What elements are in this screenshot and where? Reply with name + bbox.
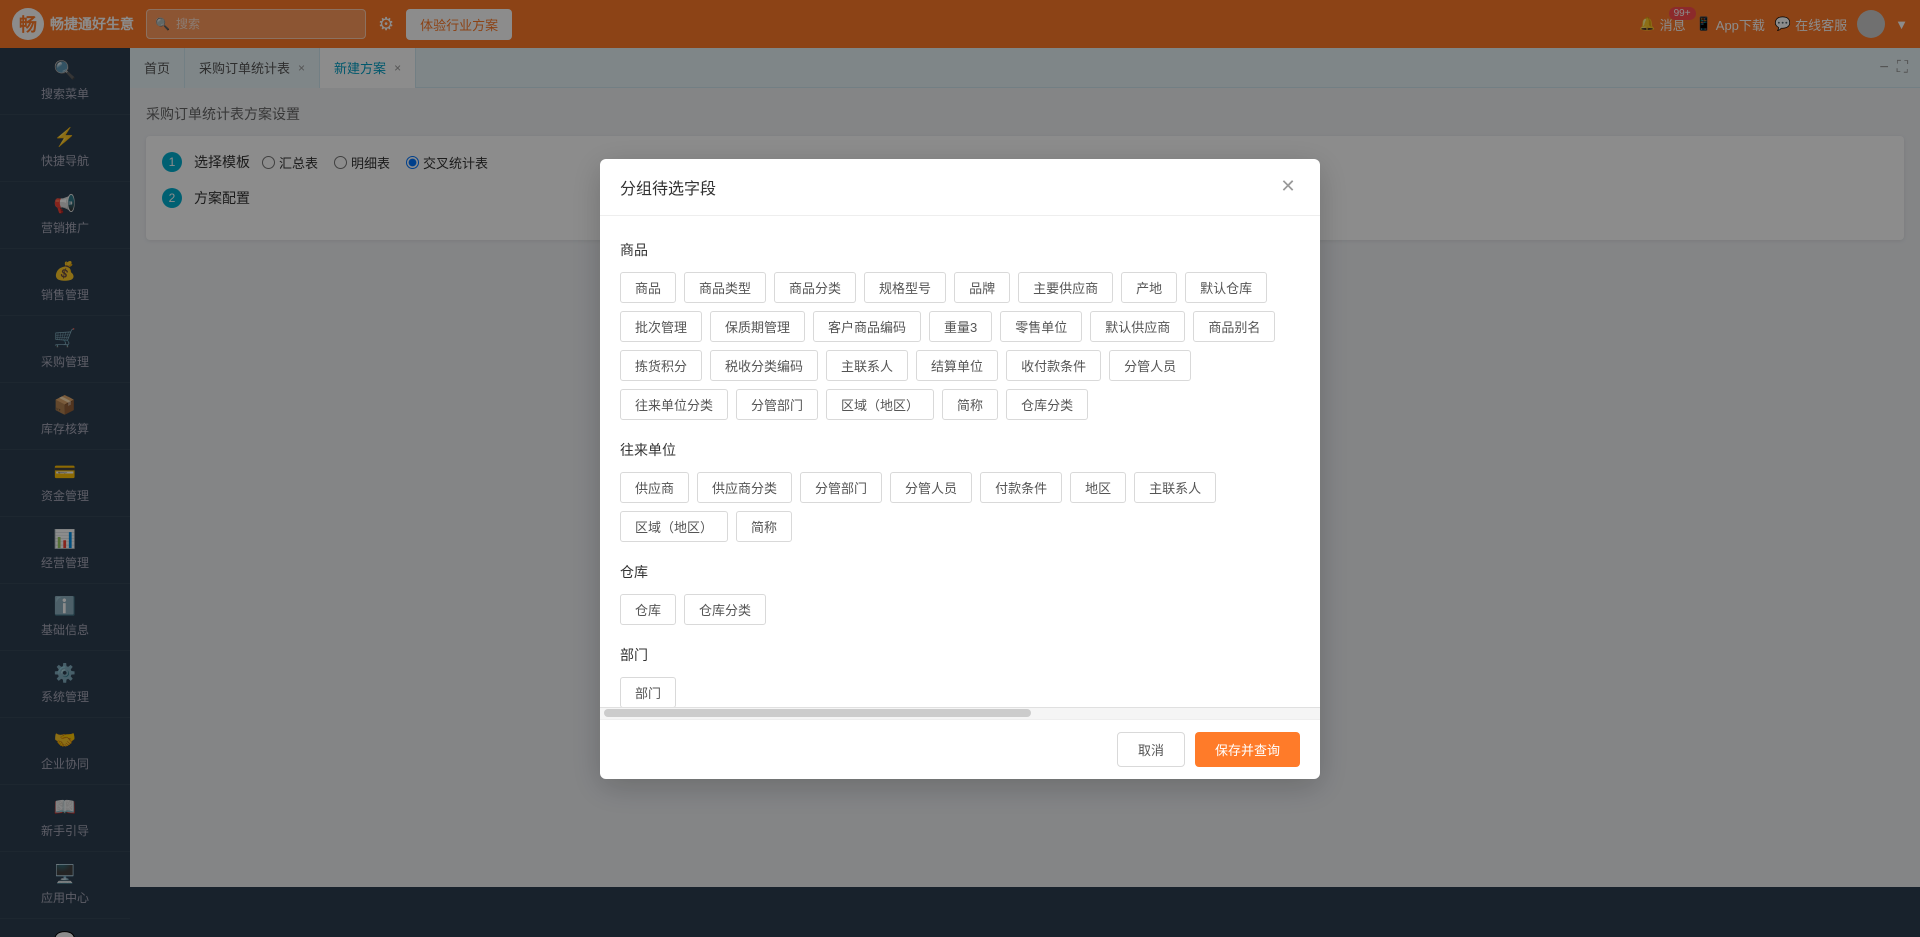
field-grid-goods: 商品 商品类型 商品分类 规格型号 品牌 主要供应商 产地 默认仓库 批次管理 … [620, 272, 1300, 420]
field-tag-default-warehouse[interactable]: 默认仓库 [1185, 272, 1267, 303]
field-grid-dept: 部门 [620, 677, 1300, 707]
field-tag-brand[interactable]: 品牌 [954, 272, 1010, 303]
field-tag-main-supplier[interactable]: 主要供应商 [1018, 272, 1113, 303]
field-tag-weight[interactable]: 重量3 [929, 311, 992, 342]
field-tag-short-name[interactable]: 简称 [942, 389, 998, 420]
section-title-dept: 部门 [620, 645, 1300, 665]
field-tag-admin2[interactable]: 分管人员 [890, 472, 972, 503]
modal-footer: 取消 保存并查询 [600, 719, 1320, 779]
field-tag-dept[interactable]: 分管部门 [736, 389, 818, 420]
modal-overlay: 分组待选字段 ✕ 商品 商品 商品类型 商品分类 规格型号 品牌 主要供应商 产… [0, 0, 1920, 937]
field-tag-main-contact2[interactable]: 主联系人 [1134, 472, 1216, 503]
field-selection-modal: 分组待选字段 ✕ 商品 商品 商品类型 商品分类 规格型号 品牌 主要供应商 产… [600, 159, 1320, 779]
field-tag-goods[interactable]: 商品 [620, 272, 676, 303]
field-tag-customer-code[interactable]: 客户商品编码 [813, 311, 921, 342]
field-tag-payment-condition[interactable]: 付款条件 [980, 472, 1062, 503]
field-tag-origin[interactable]: 产地 [1121, 272, 1177, 303]
field-tag-alias[interactable]: 商品别名 [1193, 311, 1275, 342]
field-tag-warehouse-cat[interactable]: 仓库分类 [684, 594, 766, 625]
field-tag-area[interactable]: 地区 [1070, 472, 1126, 503]
field-tag-supplier[interactable]: 供应商 [620, 472, 689, 503]
field-grid-counterpart: 供应商 供应商分类 分管部门 分管人员 付款条件 地区 主联系人 区域（地区） … [620, 472, 1300, 542]
field-tag-region2[interactable]: 区域（地区） [620, 511, 728, 542]
modal-header: 分组待选字段 ✕ [600, 159, 1320, 216]
field-tag-department[interactable]: 部门 [620, 677, 676, 707]
field-tag-counterpart-category[interactable]: 往来单位分类 [620, 389, 728, 420]
section-title-goods: 商品 [620, 240, 1300, 260]
field-tag-pick-score[interactable]: 拣货积分 [620, 350, 702, 381]
field-tag-goods-category[interactable]: 商品分类 [774, 272, 856, 303]
field-tag-default-supplier[interactable]: 默认供应商 [1090, 311, 1185, 342]
field-tag-short-name2[interactable]: 简称 [736, 511, 792, 542]
field-tag-supplier-category[interactable]: 供应商分类 [697, 472, 792, 503]
field-tag-spec[interactable]: 规格型号 [864, 272, 946, 303]
cancel-button[interactable]: 取消 [1117, 732, 1185, 767]
field-tag-warehouse[interactable]: 仓库 [620, 594, 676, 625]
section-title-warehouse: 仓库 [620, 562, 1300, 582]
field-tag-shelf-life[interactable]: 保质期管理 [710, 311, 805, 342]
field-tag-payment-terms[interactable]: 收付款条件 [1006, 350, 1101, 381]
field-tag-settlement-unit[interactable]: 结算单位 [916, 350, 998, 381]
field-tag-warehouse-category[interactable]: 仓库分类 [1006, 389, 1088, 420]
field-tag-region[interactable]: 区域（地区） [826, 389, 934, 420]
field-tag-admin[interactable]: 分管人员 [1109, 350, 1191, 381]
field-tag-retail-unit[interactable]: 零售单位 [1000, 311, 1082, 342]
h-scroll-thumb [604, 709, 1031, 717]
horizontal-scroll-bar[interactable] [600, 707, 1320, 719]
field-tag-main-contact[interactable]: 主联系人 [826, 350, 908, 381]
field-tag-dept2[interactable]: 分管部门 [800, 472, 882, 503]
modal-title: 分组待选字段 [620, 175, 716, 199]
field-tag-batch-mgmt[interactable]: 批次管理 [620, 311, 702, 342]
field-grid-warehouse: 仓库 仓库分类 [620, 594, 1300, 625]
modal-body: 商品 商品 商品类型 商品分类 规格型号 品牌 主要供应商 产地 默认仓库 批次… [600, 216, 1320, 707]
modal-close-btn[interactable]: ✕ [1276, 175, 1300, 199]
field-tag-tax-code[interactable]: 税收分类编码 [710, 350, 818, 381]
field-tag-goods-type[interactable]: 商品类型 [684, 272, 766, 303]
confirm-button[interactable]: 保存并查询 [1195, 732, 1300, 767]
section-title-counterpart: 往来单位 [620, 440, 1300, 460]
